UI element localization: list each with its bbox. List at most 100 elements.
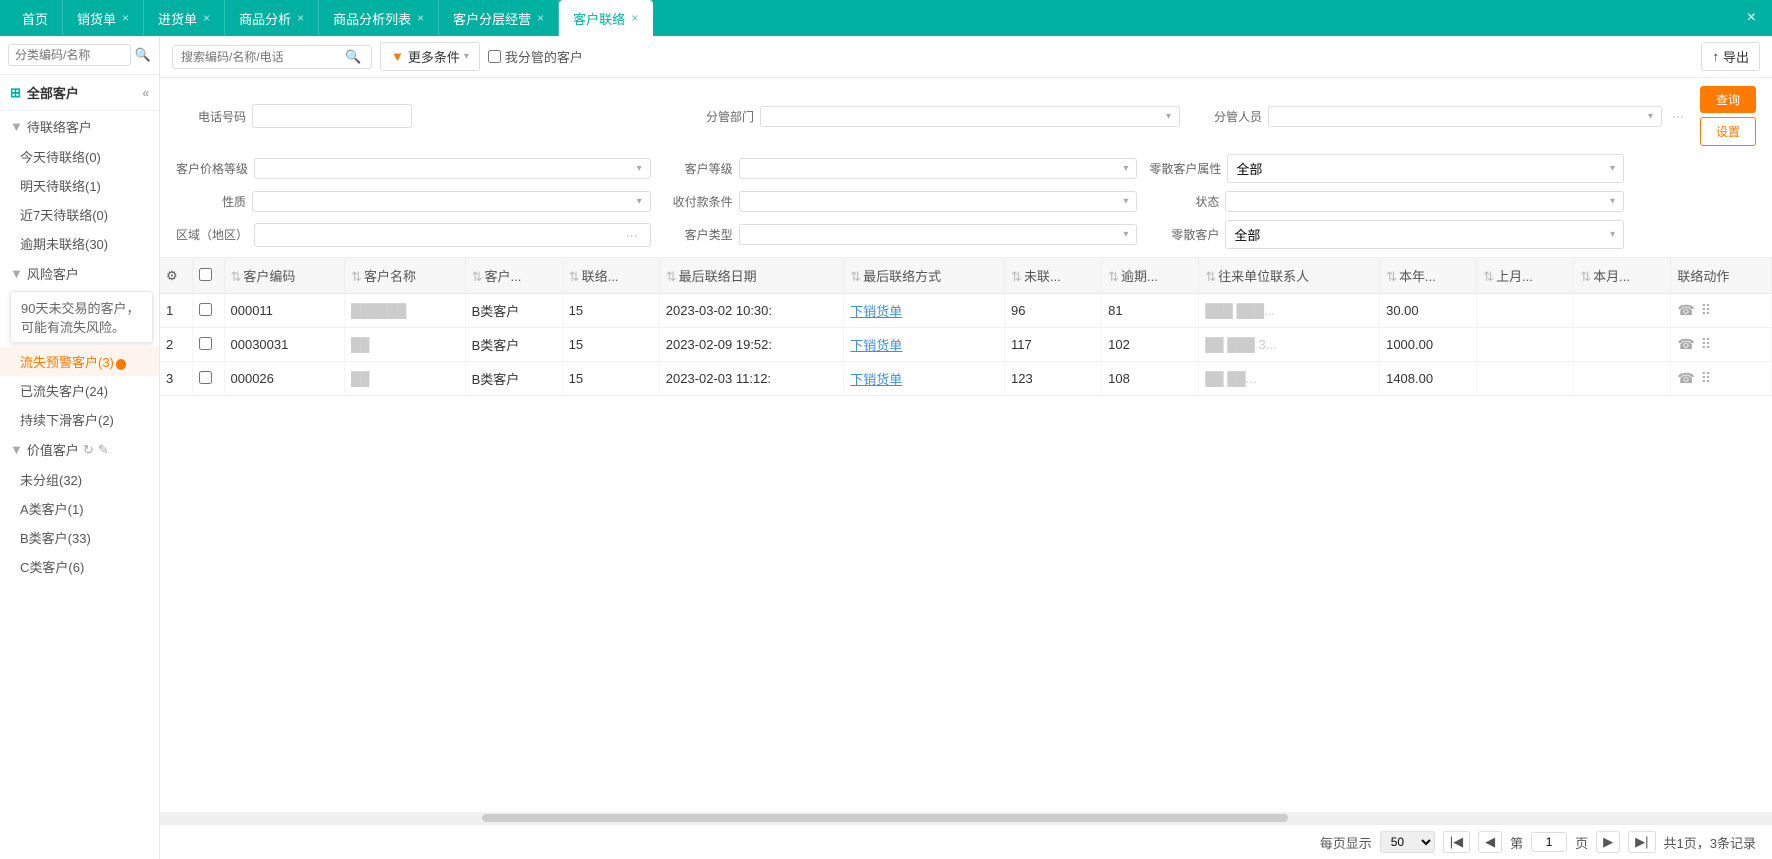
sidebar-search-input[interactable] — [8, 44, 131, 66]
td-checkbox-1[interactable] — [192, 294, 224, 328]
filter-phone-input[interactable] — [252, 104, 412, 128]
th-last-month-sort-icon[interactable]: ⇅ — [1483, 269, 1494, 284]
sidebar-all-customers[interactable]: ⊞ 全部客户 « — [0, 75, 159, 111]
filter-person-more[interactable]: ··· — [1668, 109, 1688, 123]
sidebar-collapse-icon[interactable]: « — [142, 86, 149, 100]
value-refresh-icon[interactable]: ↻ — [83, 442, 94, 458]
th-checkbox[interactable] — [192, 258, 224, 294]
td-last-way-2: 下销货单 — [844, 328, 1005, 362]
tab-home[interactable]: 首页 — [8, 0, 63, 36]
th-last-way-sort-icon[interactable]: ⇅ — [850, 269, 861, 284]
per-page-label: 每页显示 — [1320, 833, 1372, 852]
sidebar-item-b-class[interactable]: B类客户(33) — [0, 523, 159, 552]
prev-page-btn[interactable]: ◀ — [1478, 831, 1502, 853]
action-more-icon-3[interactable]: ⠿ — [1701, 370, 1711, 387]
td-checkbox-3[interactable] — [192, 362, 224, 396]
sidebar-item-a-class[interactable]: A类客户(1) — [0, 494, 159, 523]
export-btn[interactable]: ↑ 导出 — [1701, 42, 1760, 71]
th-year-amount-sort-icon[interactable]: ⇅ — [1386, 269, 1397, 284]
tab-sales-close[interactable]: × — [122, 11, 129, 25]
filter-price-level-select[interactable]: ▾ — [254, 158, 651, 179]
filter-customer-level-select[interactable]: ▾ — [739, 158, 1138, 179]
th-type-sort-icon[interactable]: ⇅ — [472, 269, 483, 284]
sidebar-group-value[interactable]: ▼ 价值客户 ↻ ✎ — [0, 434, 159, 465]
sidebar-item-churn-warning[interactable]: 流失预警客户(3) — [0, 347, 159, 376]
tab-analysis-close[interactable]: × — [297, 11, 304, 25]
sidebar-item-today[interactable]: 今天待联络(0) — [0, 142, 159, 171]
th-last-date-sort-icon[interactable]: ⇅ — [666, 269, 677, 284]
th-overdue-sort-icon[interactable]: ⇅ — [1108, 269, 1119, 284]
sidebar-item-overdue[interactable]: 逾期未联络(30) — [0, 229, 159, 258]
select-all-checkbox[interactable] — [199, 268, 212, 281]
toolbar-search-icon[interactable]: 🔍 — [345, 49, 361, 65]
query-button[interactable]: 查询 — [1700, 86, 1756, 113]
tab-customer-contact-close[interactable]: × — [631, 11, 638, 25]
page-size-select[interactable]: 50 100 200 — [1380, 831, 1435, 853]
th-name-sort-icon[interactable]: ⇅ — [351, 269, 362, 284]
last-page-btn[interactable]: ▶| — [1628, 831, 1655, 853]
next-page-btn[interactable]: ▶ — [1596, 831, 1620, 853]
tab-analysis[interactable]: 商品分析 × — [225, 0, 319, 36]
tab-customer-segment[interactable]: 客户分层经营 × — [439, 0, 559, 36]
horizontal-scrollbar[interactable] — [160, 812, 1772, 824]
total-info: 共1页，3条记录 — [1664, 833, 1756, 852]
page-number-input[interactable] — [1531, 832, 1567, 852]
action-more-icon-1[interactable]: ⠿ — [1701, 302, 1711, 319]
sidebar-item-7days[interactable]: 近7天待联络(0) — [0, 200, 159, 229]
global-close-icon[interactable]: × — [1739, 9, 1764, 27]
last-way-link-1[interactable]: 下销货单 — [850, 304, 902, 319]
filter-customer-type-select[interactable]: ▾ — [739, 224, 1138, 245]
last-way-link-2[interactable]: 下销货单 — [850, 338, 902, 353]
sidebar-group-risk[interactable]: ▼ 风险客户 — [0, 258, 159, 289]
sidebar-item-churned[interactable]: 已流失客户(24) — [0, 376, 159, 405]
tab-purchase[interactable]: 进货单 × — [144, 0, 225, 36]
tab-customer-segment-close[interactable]: × — [537, 11, 544, 25]
sidebar-search-icon[interactable]: 🔍 — [135, 47, 151, 63]
tab-analysis-list[interactable]: 商品分析列表 × — [319, 0, 439, 36]
tab-customer-contact[interactable]: 客户联络 × — [559, 0, 653, 36]
filter-region-select[interactable]: ··· — [254, 223, 651, 247]
tab-sales[interactable]: 销货单 × — [63, 0, 144, 36]
action-phone-icon-3[interactable]: ☎ — [1677, 370, 1694, 387]
td-last-date-3: 2023-02-03 11:12: — [659, 362, 844, 396]
th-contact-sort-icon[interactable]: ⇅ — [569, 269, 580, 284]
sidebar-item-ungroup[interactable]: 未分组(32) — [0, 465, 159, 494]
value-edit-icon[interactable]: ✎ — [98, 442, 109, 458]
filter-more-btn[interactable]: ▼ 更多条件 ▾ — [380, 42, 480, 71]
th-code-sort-icon[interactable]: ⇅ — [231, 269, 242, 284]
my-customers-checkbox[interactable] — [488, 50, 501, 63]
td-checkbox-2[interactable] — [192, 328, 224, 362]
settings-icon[interactable]: ⚙ — [166, 268, 178, 283]
th-settings[interactable]: ⚙ — [160, 258, 192, 294]
row-2-checkbox[interactable] — [199, 337, 212, 350]
action-phone-icon-1[interactable]: ☎ — [1677, 302, 1694, 319]
th-this-month-sort-icon[interactable]: ⇅ — [1580, 269, 1591, 284]
tab-analysis-list-close[interactable]: × — [417, 11, 424, 25]
sidebar-item-declining[interactable]: 持续下滑客户(2) — [0, 405, 159, 434]
row-3-checkbox[interactable] — [199, 371, 212, 384]
filter-price-level-label: 客户价格等级 — [176, 160, 248, 177]
filter-scattered-attr-select[interactable]: 全部 ▾ — [1227, 154, 1624, 183]
row-1-checkbox[interactable] — [199, 303, 212, 316]
filter-scattered-select[interactable]: 全部 ▾ — [1225, 220, 1624, 249]
settings-button[interactable]: 设置 — [1700, 117, 1756, 146]
tab-purchase-close[interactable]: × — [203, 11, 210, 25]
toolbar-search-input[interactable] — [181, 50, 341, 64]
filter-payment-select[interactable]: ▾ — [739, 191, 1138, 212]
th-unit-contact-sort-icon[interactable]: ⇅ — [1205, 269, 1216, 284]
filter-region-more[interactable]: ··· — [622, 228, 642, 242]
first-page-btn[interactable]: |◀ — [1443, 831, 1470, 853]
my-customers-checkbox-label[interactable]: 我分管的客户 — [488, 47, 583, 66]
th-not-contacted-sort-icon[interactable]: ⇅ — [1011, 269, 1022, 284]
sidebar-group-pending[interactable]: ▼ 待联络客户 — [0, 111, 159, 142]
action-more-icon-2[interactable]: ⠿ — [1701, 336, 1711, 353]
filter-nature-select[interactable]: ▾ — [252, 191, 651, 212]
filter-person-select[interactable]: ▾ — [1268, 106, 1662, 127]
sidebar-item-tomorrow[interactable]: 明天待联络(1) — [0, 171, 159, 200]
filter-dept-select[interactable]: ▾ — [760, 106, 1180, 127]
sidebar-item-c-class[interactable]: C类客户(6) — [0, 552, 159, 581]
last-way-link-3[interactable]: 下销货单 — [850, 372, 902, 387]
action-phone-icon-2[interactable]: ☎ — [1677, 336, 1694, 353]
filter-status-select[interactable]: ▾ — [1225, 191, 1624, 212]
scrollbar-thumb[interactable] — [482, 814, 1288, 822]
